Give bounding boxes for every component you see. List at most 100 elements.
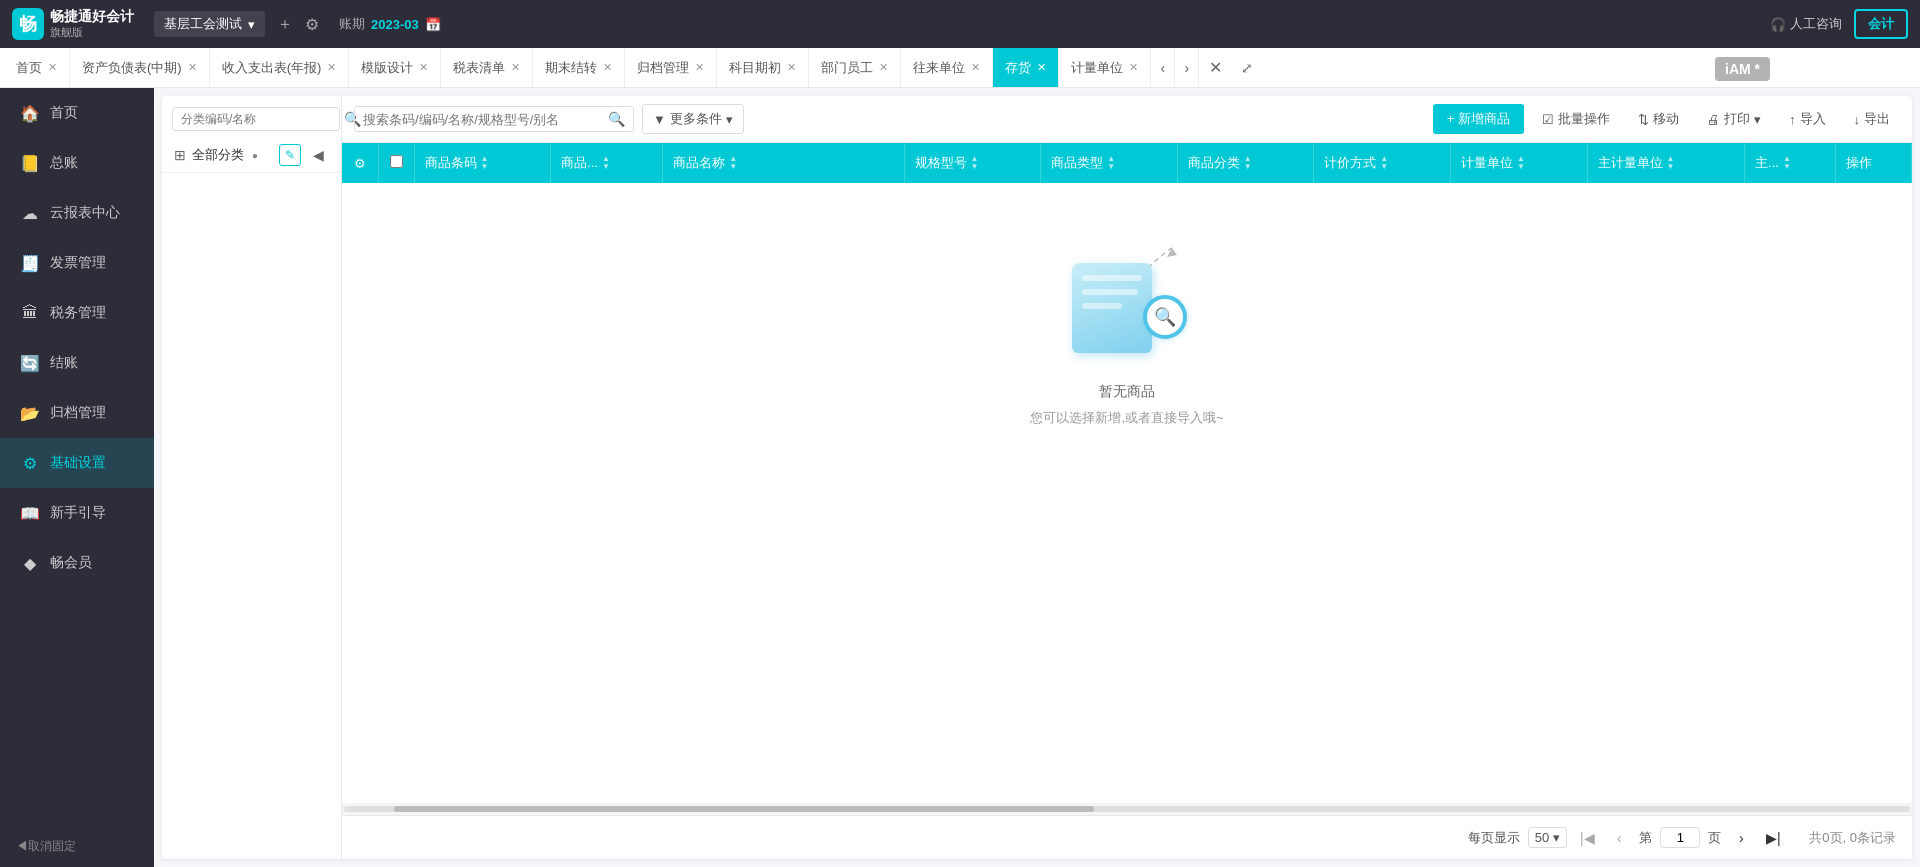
tab-period-carry[interactable]: 期末结转 ✕	[533, 48, 625, 88]
logo-area: 畅 畅捷通好会计 旗舰版	[12, 8, 142, 40]
tab-close-icon[interactable]: ✕	[879, 61, 888, 74]
tab-archive[interactable]: 归档管理 ✕	[625, 48, 717, 88]
add-product-button[interactable]: + 新增商品	[1433, 104, 1524, 134]
tab-close-icon[interactable]: ✕	[511, 61, 520, 74]
human-service-btn[interactable]: 🎧 人工咨询	[1770, 15, 1842, 33]
sidebar-item-close-accounts[interactable]: 🔄 结账	[0, 338, 154, 388]
sort-icon[interactable]: ▲▼	[1517, 155, 1525, 171]
tab-close-icon[interactable]: ✕	[787, 61, 796, 74]
tab-close-icon[interactable]: ✕	[603, 61, 612, 74]
next-page-btn[interactable]: ›	[1729, 826, 1753, 850]
per-page-select[interactable]: 50 ▾	[1528, 827, 1567, 848]
tab-balance-mid[interactable]: 资产负债表(中期) ✕	[70, 48, 210, 88]
col-main-extra[interactable]: 主... ▲▼	[1745, 143, 1836, 183]
tab-tax[interactable]: 税表清单 ✕	[441, 48, 533, 88]
sort-icon[interactable]: ▲▼	[971, 155, 979, 171]
company-selector[interactable]: 基层工会测试 ▾	[154, 11, 265, 37]
tab-close-icon[interactable]: ✕	[695, 61, 704, 74]
category-collapse-btn[interactable]: ◀	[307, 144, 329, 166]
sidebar-item-invoice[interactable]: 🧾 发票管理	[0, 238, 154, 288]
archive-icon: 📂	[20, 404, 40, 423]
sort-icon[interactable]: ▲▼	[1244, 155, 1252, 171]
category-search-input[interactable]	[172, 107, 340, 131]
export-btn[interactable]: ↓ 导出	[1844, 105, 1901, 133]
scrollbar-thumb[interactable]	[394, 806, 1094, 812]
col-barcode[interactable]: 商品条码 ▲▼	[414, 143, 551, 183]
sort-icon[interactable]: ▲▼	[1380, 155, 1388, 171]
col-checkbox[interactable]	[378, 143, 414, 183]
settings-icon[interactable]: ⚙	[305, 15, 319, 34]
tab-contacts[interactable]: 往来单位 ✕	[901, 48, 993, 88]
col-type[interactable]: 商品类型 ▲▼	[1041, 143, 1178, 183]
col-price-method[interactable]: 计价方式 ▲▼	[1314, 143, 1451, 183]
tab-expand-btn[interactable]: ⤢	[1231, 48, 1263, 88]
tab-close-icon[interactable]: ✕	[1129, 61, 1138, 74]
last-page-btn[interactable]: ▶|	[1761, 826, 1785, 850]
sidebar-unpin-btn[interactable]: ◀取消固定	[0, 826, 154, 867]
col-main-unit[interactable]: 主计量单位 ▲▼	[1587, 143, 1745, 183]
tab-prev-btn[interactable]: ‹	[1151, 48, 1175, 88]
import-btn[interactable]: ↑ 导入	[1779, 105, 1836, 133]
sidebar-item-tax[interactable]: 🏛 税务管理	[0, 288, 154, 338]
sidebar-item-ledger[interactable]: 📒 总账	[0, 138, 154, 188]
col-unit[interactable]: 计量单位 ▲▼	[1450, 143, 1587, 183]
col-spec[interactable]: 规格型号 ▲▼	[904, 143, 1041, 183]
page-suffix-label: 页	[1708, 829, 1721, 847]
sidebar-item-home[interactable]: 🏠 首页	[0, 88, 154, 138]
tab-next-btn[interactable]: ›	[1175, 48, 1199, 88]
tax-icon: 🏛	[20, 304, 40, 322]
sort-icon[interactable]: ▲▼	[729, 155, 737, 171]
col-settings[interactable]: ⚙	[342, 143, 378, 183]
move-btn[interactable]: ⇅ 移动	[1628, 105, 1689, 133]
tab-inventory[interactable]: 存货 ✕	[993, 48, 1059, 88]
sort-icon[interactable]: ▲▼	[481, 155, 489, 171]
sidebar-item-basic-settings[interactable]: ⚙ 基础设置	[0, 438, 154, 488]
product-search-input[interactable]	[363, 112, 602, 127]
cloud-icon: ☁	[20, 204, 40, 223]
main-layout: 🏠 首页 📒 总账 ☁ 云报表中心 🧾 发票管理 🏛 税务管理 🔄 结账 📂 归…	[0, 88, 1920, 867]
sidebar-item-cloud-report[interactable]: ☁ 云报表中心	[0, 188, 154, 238]
tab-template[interactable]: 模版设计 ✕	[349, 48, 441, 88]
tab-income-annual[interactable]: 收入支出表(年报) ✕	[210, 48, 350, 88]
category-edit-icon[interactable]: ✎	[279, 144, 301, 166]
tab-close-icon[interactable]: ✕	[48, 61, 57, 74]
tab-close-all-btn[interactable]: ✕	[1199, 48, 1231, 88]
per-page-label: 每页显示	[1468, 829, 1520, 847]
sidebar-item-archive[interactable]: 📂 归档管理	[0, 388, 154, 438]
col-category[interactable]: 商品分类 ▲▼	[1177, 143, 1314, 183]
tab-close-icon[interactable]: ✕	[327, 61, 336, 74]
page-number-input[interactable]	[1660, 827, 1700, 848]
tab-close-icon[interactable]: ✕	[188, 61, 197, 74]
kuaiji-button[interactable]: 会计	[1854, 9, 1908, 39]
tab-close-icon[interactable]: ✕	[971, 61, 980, 74]
tab-unit[interactable]: 计量单位 ✕	[1059, 48, 1151, 88]
sort-icon[interactable]: ▲▼	[1107, 155, 1115, 171]
add-tab-icon[interactable]: ＋	[277, 14, 293, 35]
batch-operation-btn[interactable]: ☑ 批量操作	[1532, 105, 1620, 133]
iam-badge: iAM *	[1715, 57, 1770, 81]
tab-dept-staff[interactable]: 部门员工 ✕	[809, 48, 901, 88]
col-code[interactable]: 商品... ▲▼	[551, 143, 663, 183]
print-btn[interactable]: 🖨 打印 ▾	[1697, 105, 1771, 133]
sidebar-item-member[interactable]: ◆ 畅会员	[0, 538, 154, 588]
filter-icon: ▼	[653, 112, 666, 127]
first-page-btn[interactable]: |◀	[1575, 826, 1599, 850]
tab-subject-init[interactable]: 科目期初 ✕	[717, 48, 809, 88]
col-name[interactable]: 商品名称 ▲▼	[663, 143, 904, 183]
prev-page-btn[interactable]: ‹	[1607, 826, 1631, 850]
select-all-checkbox[interactable]	[390, 155, 403, 168]
horizontal-scrollbar[interactable]	[342, 803, 1912, 815]
sort-icon[interactable]: ▲▼	[602, 155, 610, 171]
calendar-icon[interactable]: 📅	[425, 17, 441, 32]
sort-icon[interactable]: ▲▼	[1783, 155, 1791, 171]
sidebar-item-new-guide[interactable]: 📖 新手引导	[0, 488, 154, 538]
filter-btn[interactable]: ▼ 更多条件 ▾	[642, 104, 744, 134]
sort-icon[interactable]: ▲▼	[1667, 155, 1675, 171]
chevron-down-icon: ▾	[248, 17, 255, 32]
tab-close-icon[interactable]: ✕	[419, 61, 428, 74]
tab-home[interactable]: 首页 ✕	[4, 48, 70, 88]
app-edition: 旗舰版	[50, 25, 134, 40]
invoice-icon: 🧾	[20, 254, 40, 273]
tab-close-icon[interactable]: ✕	[1037, 61, 1046, 74]
product-search-icon[interactable]: 🔍	[608, 111, 625, 127]
